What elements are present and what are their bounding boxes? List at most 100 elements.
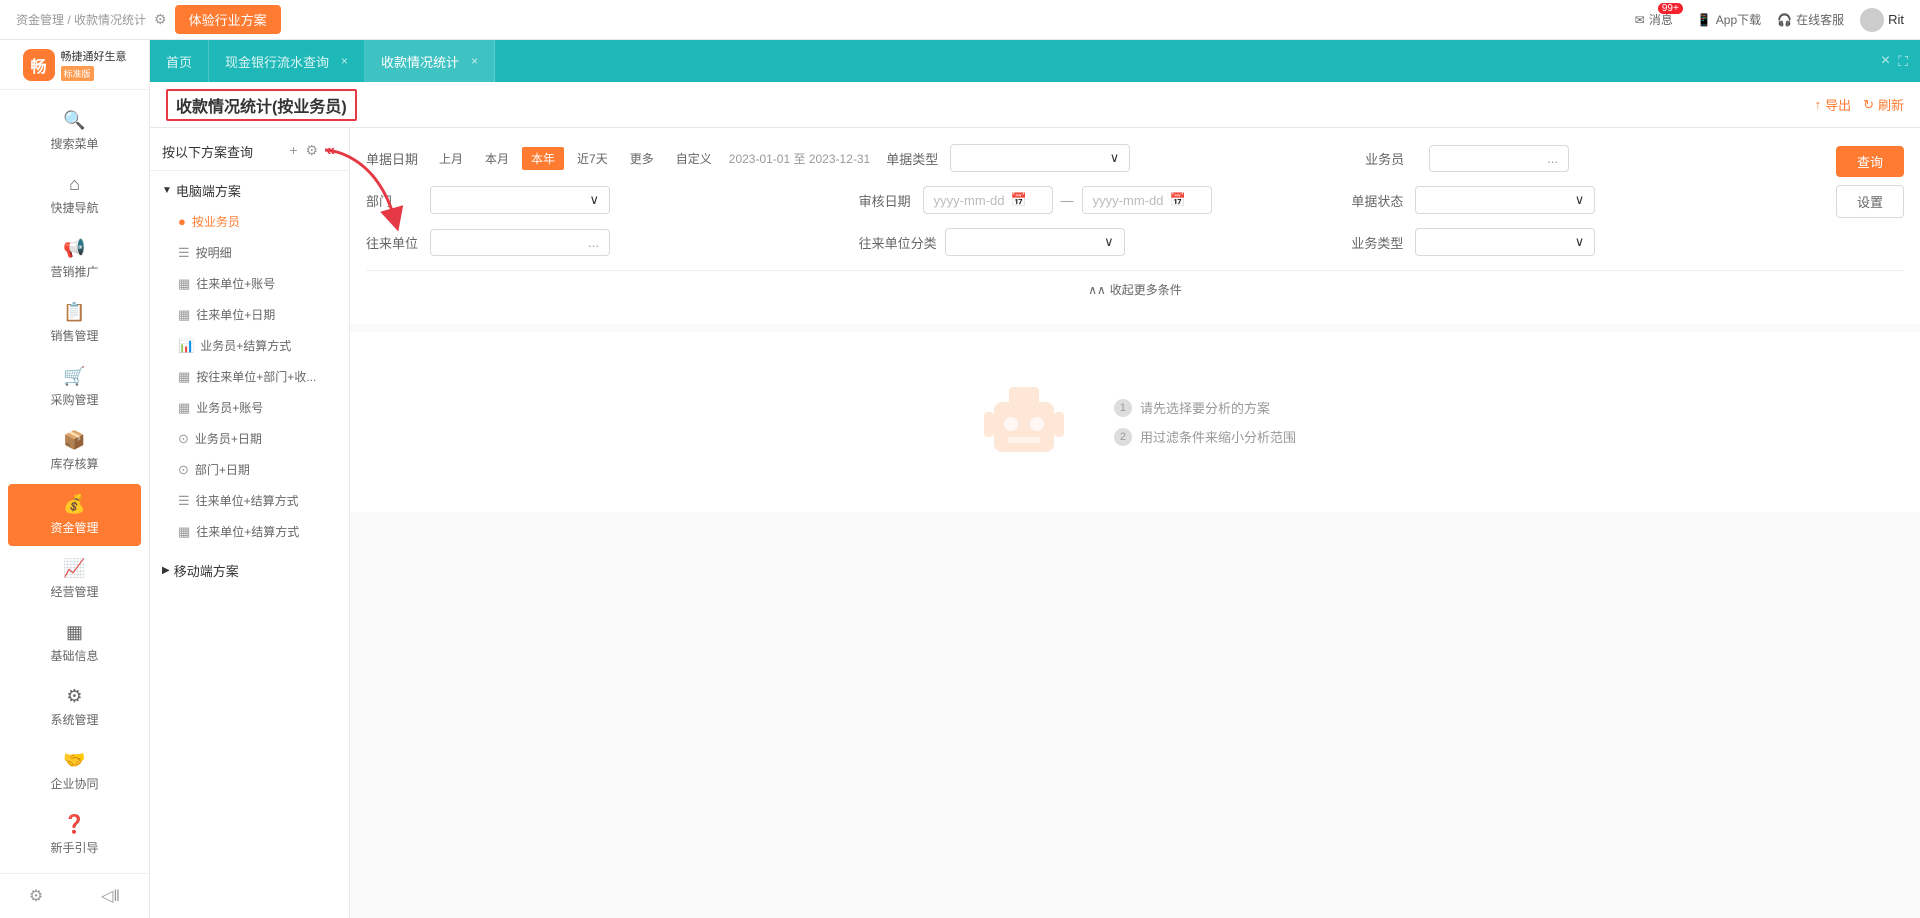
counterpart-select[interactable]: ...: [430, 229, 610, 256]
date-tab-more[interactable]: 更多: [621, 147, 663, 170]
tab-collection-stats[interactable]: 收款情况统计 ×: [365, 40, 495, 82]
tab-collection-stats-label: 收款情况统计: [381, 52, 459, 71]
sidebar-item-guide[interactable]: ❓ 新手引导: [8, 804, 141, 866]
filter-row-2: 部门 ∨ 审核日期: [366, 186, 1828, 214]
sidebar-item-inventory[interactable]: 📦 库存核算: [8, 420, 141, 482]
tip-num-1: 1: [1114, 399, 1132, 417]
scheme-item-salesman-settlement[interactable]: 📊 业务员+结算方式: [150, 330, 349, 361]
scheme-icon-unit-date: ▦: [178, 307, 190, 323]
empty-area: 1 请先选择要分析的方案 2 用过滤条件来缩小分析范围: [350, 332, 1920, 512]
inventory-icon: 📦: [63, 430, 85, 451]
date-tab-7days[interactable]: 近7天: [568, 147, 617, 170]
sidebar-item-operations[interactable]: 📈 经营管理: [8, 548, 141, 610]
export-button[interactable]: ↑ 导出: [1815, 95, 1852, 114]
scheme-item-salesman-date-label: 业务员+日期: [195, 430, 262, 447]
sidebar-item-sales[interactable]: 📋 销售管理: [8, 292, 141, 354]
review-date-from[interactable]: yyyy-mm-dd 📅: [923, 186, 1053, 214]
salesman-select[interactable]: ...: [1429, 145, 1569, 172]
scheme-item-unit-date[interactable]: ▦ 往来单位+日期: [150, 299, 349, 330]
online-service-button[interactable]: 🎧 在线客服: [1777, 11, 1844, 28]
refresh-button[interactable]: ↻ 刷新: [1863, 95, 1904, 114]
scheme-section-mobile-title[interactable]: ▶ 移动端方案: [150, 555, 349, 586]
footer-settings-icon[interactable]: ⚙: [29, 886, 43, 906]
scheme-item-detail[interactable]: ☰ 按明细: [150, 237, 349, 268]
date-dash: —: [1061, 193, 1074, 208]
tab-close-collection-stats[interactable]: ×: [471, 54, 478, 68]
collapse-icon: ∧∧: [1088, 283, 1106, 297]
business-type-select[interactable]: ∨: [1415, 228, 1595, 256]
sidebar-item-marketing[interactable]: 📢 营销推广: [8, 228, 141, 290]
filter-date-item: 单据日期 上月 本月 本年 近7天 更多 自定义: [366, 147, 870, 170]
sidebar-footer: ⚙ ◁‖: [0, 873, 149, 918]
message-button[interactable]: ✉ 消息 99+: [1635, 11, 1673, 28]
trial-button[interactable]: 体验行业方案: [175, 5, 281, 34]
collapse-bar[interactable]: ∧∧ 收起更多条件: [366, 270, 1904, 308]
footer-collapse-icon[interactable]: ◁‖: [101, 886, 120, 906]
scheme-item-unit-settle1[interactable]: ☰ 往来单位+结算方式: [150, 485, 349, 516]
salesman-dots[interactable]: ...: [1547, 151, 1558, 166]
app-download-label: App下载: [1716, 11, 1761, 28]
date-tab-this-year[interactable]: 本年: [522, 147, 564, 170]
tab-bank-flow[interactable]: 现金银行流水查询 ×: [209, 40, 365, 82]
dept-select[interactable]: ∨: [430, 186, 610, 214]
sidebar: 畅 畅捷通好生意 标准版 🔍 搜索菜单 ⌂ 快捷导航 📢 营销推广 📋 销售管理: [0, 40, 150, 918]
sidebar-item-quicknav[interactable]: ⌂ 快捷导航: [8, 164, 141, 226]
counterpart-category-select[interactable]: ∨: [945, 228, 1125, 256]
filter-voucher-status-item: 单据状态 ∨: [1351, 186, 1828, 214]
counterpart-label: 往来单位: [366, 233, 422, 252]
avatar: [1860, 8, 1884, 32]
scheme-item-salesman-account[interactable]: ▦ 业务员+账号: [150, 392, 349, 423]
scheme-settings-button[interactable]: ⚙: [304, 140, 321, 162]
sales-icon: 📋: [63, 302, 85, 323]
tip-text-1: 请先选择要分析的方案: [1140, 398, 1270, 417]
app-download-button[interactable]: 📱 App下载: [1697, 11, 1761, 28]
sidebar-item-purchase[interactable]: 🛒 采购管理: [8, 356, 141, 418]
voucher-type-chevron: ∨: [1110, 150, 1120, 166]
collab-icon: 🤝: [63, 750, 85, 771]
tab-close-bank-flow[interactable]: ×: [341, 54, 348, 68]
filter-business-type-item: 业务类型 ∨: [1351, 228, 1828, 256]
date-tab-this-month[interactable]: 本月: [476, 147, 518, 170]
counterpart-dots[interactable]: ...: [588, 235, 599, 250]
dept-chevron: ∨: [589, 192, 599, 208]
scheme-icon-unit-settle2: ▦: [178, 524, 190, 540]
user-area[interactable]: Rit: [1860, 8, 1904, 32]
tab-home[interactable]: 首页: [150, 40, 209, 82]
sidebar-item-search[interactable]: 🔍 搜索菜单: [8, 100, 141, 162]
query-button[interactable]: 查询: [1836, 146, 1904, 177]
scheme-item-unit-settle2[interactable]: ▦ 往来单位+结算方式: [150, 516, 349, 547]
scheme-add-button[interactable]: +: [287, 140, 299, 162]
scheme-item-dept-date[interactable]: ⊙ 部门+日期: [150, 454, 349, 485]
voucher-type-select[interactable]: ∨: [950, 144, 1130, 172]
sidebar-item-basicinfo[interactable]: ▦ 基础信息: [8, 612, 141, 674]
tab-close-all-icon[interactable]: ×: [1881, 52, 1890, 70]
header-settings-icon[interactable]: ⚙: [154, 11, 167, 28]
date-tab-last-month[interactable]: 上月: [430, 147, 472, 170]
review-date-to[interactable]: yyyy-mm-dd 📅: [1082, 186, 1212, 214]
column-settings-button[interactable]: 设置: [1836, 185, 1904, 218]
chevron-right-icon: ▶: [162, 565, 170, 576]
scheme-collapse-button[interactable]: «: [324, 140, 337, 162]
marketing-icon: 📢: [63, 238, 85, 259]
scheme-item-unit-dept[interactable]: ▦ 按往来单位+部门+收...: [150, 361, 349, 392]
page-title: 收款情况统计(按业务员): [166, 89, 357, 121]
scheme-item-unit-account[interactable]: ▦ 往来单位+账号: [150, 268, 349, 299]
operations-icon: 📈: [63, 558, 85, 579]
scheme-item-salesman[interactable]: ● 按业务员: [150, 206, 349, 237]
voucher-status-select[interactable]: ∨: [1415, 186, 1595, 214]
scheme-header: 按以下方案查询 + ⚙ «: [150, 128, 349, 171]
tab-expand-icon[interactable]: ⛶: [1898, 53, 1908, 70]
scheme-item-salesman-date[interactable]: ⊙ 业务员+日期: [150, 423, 349, 454]
sidebar-item-label: 资金管理: [50, 519, 98, 536]
sidebar-item-label: 搜索菜单: [50, 135, 98, 152]
sidebar-item-system[interactable]: ⚙ 系统管理: [8, 676, 141, 738]
user-name: Rit: [1888, 12, 1904, 27]
sidebar-item-collab[interactable]: 🤝 企业协同: [8, 740, 141, 802]
tab-right-area: × ⛶: [1881, 52, 1920, 70]
sidebar-item-label: 系统管理: [50, 711, 98, 728]
date-tab-custom[interactable]: 自定义: [667, 147, 721, 170]
sidebar-item-finance[interactable]: 💰 资金管理: [8, 484, 141, 546]
scheme-icon-salesman: ●: [178, 214, 186, 229]
scheme-section-desktop-title[interactable]: ▼ 电脑端方案: [150, 175, 349, 206]
purchase-icon: 🛒: [63, 366, 85, 387]
